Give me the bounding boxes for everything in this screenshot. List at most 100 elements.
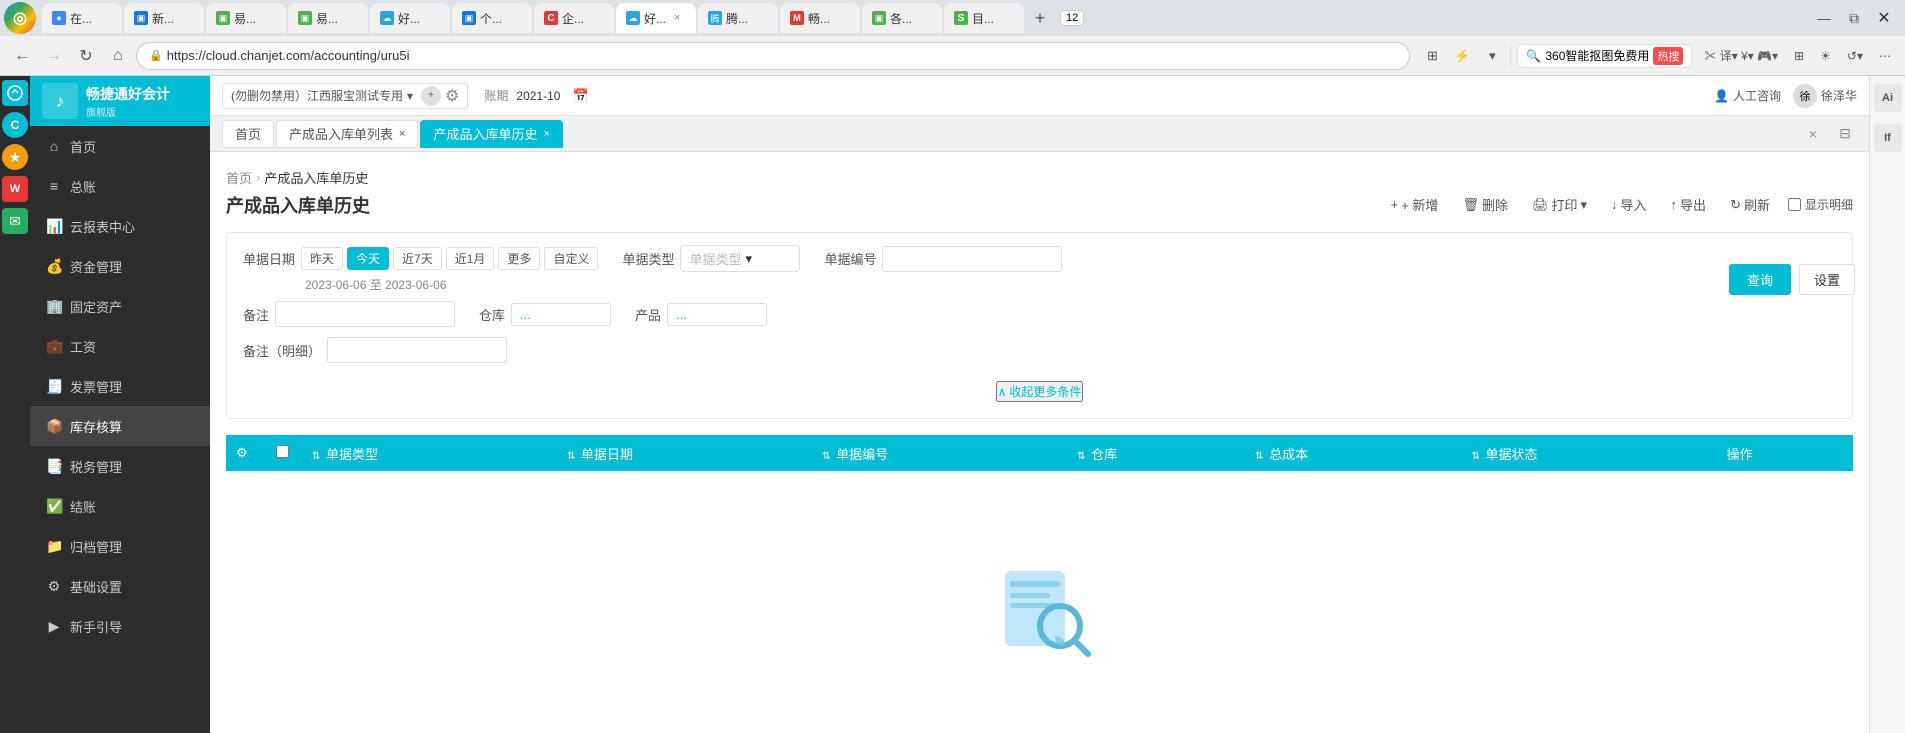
sidebar-item-inventory[interactable]: 📦 库存核算: [30, 406, 210, 446]
tab-9[interactable]: 腾 腾...: [698, 3, 778, 33]
page-tab-history-close[interactable]: ×: [543, 128, 549, 140]
date-btn-more[interactable]: 更多: [498, 247, 540, 270]
th-date[interactable]: ⇅ 单据日期: [557, 435, 812, 471]
th-number[interactable]: ⇅ 单据编号: [812, 435, 1067, 471]
icon-sidebar-cj[interactable]: C: [2, 112, 28, 138]
add-company-icon[interactable]: +: [421, 86, 441, 106]
product-select[interactable]: ...: [667, 303, 767, 326]
breadcrumb-home[interactable]: 首页: [226, 168, 252, 187]
display-checkbox[interactable]: [1788, 198, 1801, 211]
grid-icon[interactable]: ⊞: [1420, 44, 1444, 68]
query-button[interactable]: 查询: [1729, 264, 1791, 295]
warehouse-select[interactable]: ...: [511, 303, 611, 326]
select-all-checkbox[interactable]: [276, 445, 289, 458]
lightning-icon[interactable]: ⚡: [1450, 44, 1474, 68]
detail-remark-input[interactable]: [327, 337, 507, 363]
date-btn-today[interactable]: 今天: [347, 247, 389, 270]
number-input[interactable]: [882, 246, 1062, 272]
th-settings[interactable]: ⚙: [226, 435, 266, 471]
collapse-button[interactable]: ∧ 收起更多条件: [996, 381, 1084, 402]
tab-6[interactable]: ▣ 个...: [452, 3, 532, 33]
panel-shrink-button[interactable]: ⊟: [1833, 122, 1857, 146]
grid-view[interactable]: ⊞: [1788, 47, 1810, 65]
th-checkbox[interactable]: [266, 435, 302, 471]
refresh-button[interactable]: ↻ 刷新: [1720, 191, 1780, 218]
refresh-button[interactable]: ↻: [72, 42, 100, 70]
tab-8[interactable]: ☁ 好... ×: [616, 3, 696, 33]
back-button[interactable]: ←: [8, 42, 36, 70]
tab-3[interactable]: ▣ 易...: [206, 3, 286, 33]
sidebar-item-fixed[interactable]: 🏢 固定资产: [30, 286, 210, 326]
main-content: 首页 › 产成品入库单历史 产成品入库单历史 + + 新增 🗑 删除: [210, 152, 1869, 733]
ai-panel-button[interactable]: Ai: [1874, 84, 1902, 112]
sidebar-item-checkout[interactable]: ✅ 结账: [30, 486, 210, 526]
tab-10[interactable]: M 畅...: [780, 3, 860, 33]
company-selector[interactable]: (勿删勿禁用）江西服宝测试专用 ▾ + ⚙: [222, 83, 468, 109]
export-button[interactable]: ↑ 导出: [1661, 191, 1717, 218]
new-button[interactable]: + + 新增: [1381, 191, 1449, 218]
icon-sidebar-weibo[interactable]: W: [2, 176, 28, 202]
th-status[interactable]: ⇅ 单据状态: [1462, 435, 1717, 471]
settings-company-icon[interactable]: ⚙: [445, 86, 459, 106]
sidebar-item-home[interactable]: ⌂ 首页: [30, 126, 210, 166]
icon-sidebar-star[interactable]: ★: [2, 144, 28, 170]
date-btn-yesterday[interactable]: 昨天: [301, 247, 343, 270]
date-btn-7days[interactable]: 近7天: [393, 247, 442, 270]
restore-icon[interactable]: ↺▾: [1841, 47, 1869, 65]
th-type[interactable]: ⇅ 单据类型: [302, 435, 557, 471]
tab-8-close[interactable]: ×: [674, 12, 680, 24]
scissors-tool[interactable]: ✂ 译▾ ¥▾ 🎮▾: [1698, 45, 1784, 66]
sidebar-item-archive[interactable]: 📁 归档管理: [30, 526, 210, 566]
sidebar-item-report[interactable]: 📊 云报表中心: [30, 206, 210, 246]
import-button[interactable]: ↓ 导入: [1601, 191, 1657, 218]
tab-7[interactable]: C 企...: [534, 3, 614, 33]
sort-status-icon: ⇅: [1472, 451, 1480, 462]
sidebar-item-tax[interactable]: 📑 税务管理: [30, 446, 210, 486]
icon-sidebar-mail[interactable]: ✉: [2, 208, 28, 234]
th-total-cost[interactable]: ⇅ 总成本: [1245, 435, 1461, 471]
tab-1[interactable]: ● 在...: [42, 3, 122, 33]
more-menu[interactable]: ⋯: [1873, 47, 1897, 65]
sidebar-item-salary[interactable]: 💼 工资: [30, 326, 210, 366]
icon-sidebar-app[interactable]: [2, 80, 28, 106]
user-area[interactable]: 徐 徐泽华: [1793, 84, 1857, 108]
panel-close-button[interactable]: ×: [1801, 122, 1825, 146]
if-panel-button[interactable]: If: [1874, 124, 1902, 152]
window-close-button[interactable]: ✕: [1871, 5, 1897, 31]
type-select[interactable]: 单据类型 ▾: [680, 245, 800, 272]
sidebar-item-guide[interactable]: ▶ 新手引导: [30, 606, 210, 646]
tab-2[interactable]: ▣ 新...: [124, 3, 204, 33]
warehouse-field: 仓库 ...: [479, 303, 611, 326]
sidebar-item-ledger[interactable]: ≡ 总账: [30, 166, 210, 206]
delete-button[interactable]: 🗑 删除: [1452, 191, 1518, 218]
page-tab-history[interactable]: 产成品入库单历史 ×: [420, 120, 562, 148]
theme-icon[interactable]: ☀: [1814, 47, 1837, 65]
minimize-button[interactable]: —: [1811, 5, 1837, 31]
remark-input[interactable]: [275, 301, 455, 327]
search-settings-button[interactable]: 设置: [1799, 264, 1855, 295]
tab-4[interactable]: ▣ 易...: [288, 3, 368, 33]
sidebar-item-invoice[interactable]: 🧾 发票管理: [30, 366, 210, 406]
date-btn-1month[interactable]: 近1月: [446, 247, 495, 270]
dropdown-icon[interactable]: ▾: [1480, 44, 1504, 68]
page-tab-list[interactable]: 产成品入库单列表 ×: [276, 120, 418, 148]
tab-5[interactable]: ☁ 好...: [370, 3, 450, 33]
tab-count[interactable]: 12: [1060, 10, 1084, 26]
calendar-icon[interactable]: 📅: [572, 88, 588, 104]
tab-12[interactable]: S 目...: [944, 3, 1024, 33]
page-tab-list-close[interactable]: ×: [399, 128, 405, 140]
maximize-button[interactable]: ⧉: [1841, 5, 1867, 31]
th-warehouse[interactable]: ⇅ 仓库: [1067, 435, 1245, 471]
date-btn-custom[interactable]: 自定义: [544, 247, 598, 270]
address-input[interactable]: 🔒 https://cloud.chanjet.com/accounting/u…: [136, 42, 1410, 70]
tab-11[interactable]: ▣ 各...: [862, 3, 942, 33]
forward-button[interactable]: →: [40, 42, 68, 70]
new-tab-button[interactable]: +: [1026, 4, 1054, 32]
home-button[interactable]: ⌂: [104, 42, 132, 70]
sidebar-item-fund[interactable]: 💰 资金管理: [30, 246, 210, 286]
page-tab-home[interactable]: 首页: [222, 120, 274, 148]
service-button[interactable]: 👤 人工咨询: [1714, 87, 1781, 104]
search-360[interactable]: 🔍 360智能抠图免费用 热搜: [1517, 44, 1692, 68]
print-button[interactable]: 🖨 打印 ▾: [1522, 191, 1597, 218]
sidebar-item-basesettings[interactable]: ⚙ 基础设置: [30, 566, 210, 606]
